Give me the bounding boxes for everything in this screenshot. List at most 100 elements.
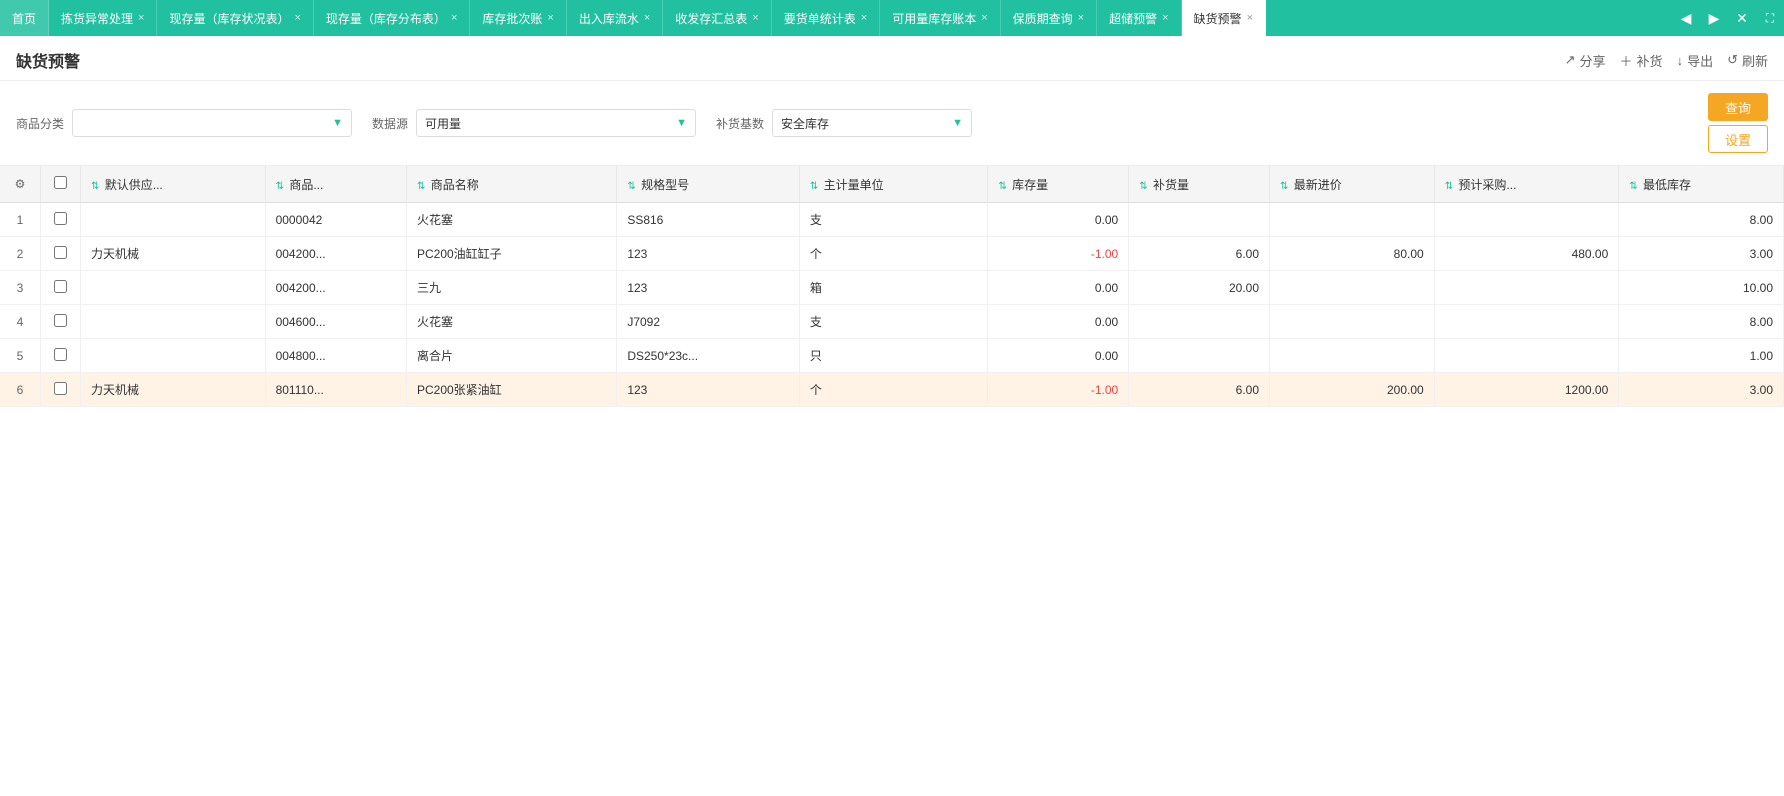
sort-name-icon: ⇅ bbox=[417, 181, 425, 192]
cell-replenish-2: 20.00 bbox=[1129, 271, 1270, 305]
tab-home[interactable]: 首页 bbox=[0, 0, 49, 36]
cell-checkbox-2[interactable] bbox=[41, 271, 81, 305]
tab-expiry-query[interactable]: 保质期查询 × bbox=[1001, 0, 1097, 36]
cell-min-stock-1: 3.00 bbox=[1619, 237, 1784, 271]
row-checkbox-5[interactable] bbox=[54, 382, 67, 395]
cell-checkbox-4[interactable] bbox=[41, 339, 81, 373]
tab-close-overstock[interactable]: × bbox=[1162, 12, 1168, 24]
cell-replenish-1: 6.00 bbox=[1129, 237, 1270, 271]
cell-latest-price-2 bbox=[1270, 271, 1435, 305]
th-min-stock[interactable]: ⇅ 最低库存 bbox=[1619, 166, 1784, 203]
tab-close-inventory-status[interactable]: × bbox=[294, 12, 300, 24]
th-name[interactable]: ⇅ 商品名称 bbox=[406, 166, 616, 203]
th-est-purchase[interactable]: ⇅ 预计采购... bbox=[1434, 166, 1619, 203]
datasource-select-value: 可用量 bbox=[425, 115, 461, 132]
tab-abnormal[interactable]: 拣货异常处理 × bbox=[49, 0, 157, 36]
tab-available-ledger[interactable]: 可用量库存账本 × bbox=[880, 0, 1000, 36]
row-checkbox-0[interactable] bbox=[54, 212, 67, 225]
export-button[interactable]: ↓ 导出 bbox=[1677, 51, 1714, 70]
cell-rownum-0: 1 bbox=[0, 203, 41, 237]
th-stock[interactable]: ⇅ 库存量 bbox=[988, 166, 1129, 203]
tab-req-stat[interactable]: 要货单统计表 × bbox=[772, 0, 880, 36]
share-button[interactable]: ↗ 分享 bbox=[1565, 51, 1606, 70]
replenish-select[interactable]: 安全库存 ▼ bbox=[772, 109, 972, 137]
cell-rownum-1: 2 bbox=[0, 237, 41, 271]
row-checkbox-4[interactable] bbox=[54, 348, 67, 361]
tab-close-in-out-flow[interactable]: × bbox=[644, 12, 650, 24]
category-select[interactable]: ▼ bbox=[72, 109, 352, 137]
table-row: 3 004200... 三九 123 箱 0.00 20.00 10.00 bbox=[0, 271, 1784, 305]
row-checkbox-1[interactable] bbox=[54, 246, 67, 259]
cell-stock-4: 0.00 bbox=[988, 339, 1129, 373]
settings-button[interactable]: 设置 bbox=[1708, 125, 1768, 153]
replenish-label: 补货基数 bbox=[716, 115, 764, 132]
cell-replenish-5: 6.00 bbox=[1129, 373, 1270, 407]
tab-close-req-stat[interactable]: × bbox=[861, 12, 867, 24]
cell-est-purchase-5: 1200.00 bbox=[1434, 373, 1619, 407]
cell-latest-price-0 bbox=[1270, 203, 1435, 237]
settings-gear-icon[interactable]: ⚙ bbox=[10, 174, 30, 194]
tab-batch-account[interactable]: 库存批次账 × bbox=[470, 0, 566, 36]
cell-spec-3: J7092 bbox=[617, 305, 800, 339]
category-label: 商品分类 bbox=[16, 115, 64, 132]
cell-checkbox-1[interactable] bbox=[41, 237, 81, 271]
refresh-button[interactable]: ↺ 刷新 bbox=[1727, 51, 1768, 70]
th-unit[interactable]: ⇅ 主计量单位 bbox=[799, 166, 988, 203]
filter-area: 商品分类 ▼ 数据源 可用量 ▼ 补货基数 安全库存 ▼ 查询 设置 bbox=[0, 81, 1784, 166]
replenish-icon: ＋ bbox=[1620, 51, 1633, 70]
tab-close-shortage[interactable]: × bbox=[1247, 12, 1253, 24]
th-checkbox[interactable] bbox=[41, 166, 81, 203]
cell-checkbox-5[interactable] bbox=[41, 373, 81, 407]
sort-code-icon: ⇅ bbox=[276, 181, 284, 192]
tab-collect-summary[interactable]: 收发存汇总表 × bbox=[663, 0, 771, 36]
cell-supplier-1: 力天机械 bbox=[81, 237, 266, 271]
cell-stock-1: -1.00 bbox=[988, 237, 1129, 271]
cell-code-0: 0000042 bbox=[265, 203, 406, 237]
th-spec[interactable]: ⇅ 规格型号 bbox=[617, 166, 800, 203]
tab-inventory-dist[interactable]: 现存量（库存分布表） × bbox=[314, 0, 470, 36]
tab-close-batch-account[interactable]: × bbox=[547, 12, 553, 24]
cell-est-purchase-3 bbox=[1434, 305, 1619, 339]
th-code[interactable]: ⇅ 商品... bbox=[265, 166, 406, 203]
query-button[interactable]: 查询 bbox=[1708, 93, 1768, 121]
tab-shortage[interactable]: 缺货预警 × bbox=[1182, 0, 1266, 36]
sort-spec-icon: ⇅ bbox=[627, 181, 635, 192]
select-all-checkbox[interactable] bbox=[54, 176, 67, 189]
tab-in-out-flow[interactable]: 出入库流水 × bbox=[567, 0, 663, 36]
cell-latest-price-5: 200.00 bbox=[1270, 373, 1435, 407]
datasource-filter-group: 数据源 可用量 ▼ bbox=[372, 109, 696, 137]
th-supplier[interactable]: ⇅ 默认供应... bbox=[81, 166, 266, 203]
cell-checkbox-0[interactable] bbox=[41, 203, 81, 237]
table-container: ⚙ ⇅ 默认供应... ⇅ 商品... ⇅ 商品名称 bbox=[0, 166, 1784, 407]
datasource-select[interactable]: 可用量 ▼ bbox=[416, 109, 696, 137]
th-replenish[interactable]: ⇅ 补货量 bbox=[1129, 166, 1270, 203]
cell-checkbox-3[interactable] bbox=[41, 305, 81, 339]
sort-unit-icon: ⇅ bbox=[810, 181, 818, 192]
tab-close-expiry-query[interactable]: × bbox=[1078, 12, 1084, 24]
replenish-button[interactable]: ＋ 补货 bbox=[1620, 51, 1663, 70]
tab-inventory-status[interactable]: 现存量（库存状况表） × bbox=[157, 0, 313, 36]
cell-code-1: 004200... bbox=[265, 237, 406, 271]
table-row: 6 力天机械 801110... PC200张紧油缸 123 个 -1.00 6… bbox=[0, 373, 1784, 407]
row-checkbox-2[interactable] bbox=[54, 280, 67, 293]
row-checkbox-3[interactable] bbox=[54, 314, 67, 327]
cell-name-5: PC200张紧油缸 bbox=[406, 373, 616, 407]
tab-overstock[interactable]: 超储预警 × bbox=[1097, 0, 1181, 36]
th-settings[interactable]: ⚙ bbox=[0, 166, 41, 203]
tab-next-button[interactable]: ▶ bbox=[1700, 0, 1728, 36]
share-icon: ↗ bbox=[1565, 52, 1576, 68]
cell-supplier-3 bbox=[81, 305, 266, 339]
tab-close-collect-summary[interactable]: × bbox=[752, 12, 758, 24]
page-header: 缺货预警 ↗ 分享 ＋ 补货 ↓ 导出 ↺ 刷新 bbox=[0, 36, 1784, 81]
tab-prev-button[interactable]: ◀ bbox=[1672, 0, 1700, 36]
tab-close-all-button[interactable]: ✕ bbox=[1728, 0, 1756, 36]
cell-unit-2: 箱 bbox=[799, 271, 988, 305]
tab-close-abnormal[interactable]: × bbox=[138, 12, 144, 24]
tab-close-available-ledger[interactable]: × bbox=[981, 12, 987, 24]
cell-stock-3: 0.00 bbox=[988, 305, 1129, 339]
tab-fullscreen-button[interactable]: ⛶ bbox=[1756, 0, 1784, 36]
replenish-arrow-icon: ▼ bbox=[952, 117, 963, 129]
tab-close-inventory-dist[interactable]: × bbox=[451, 12, 457, 24]
cell-stock-5: -1.00 bbox=[988, 373, 1129, 407]
th-latest-price[interactable]: ⇅ 最新进价 bbox=[1270, 166, 1435, 203]
